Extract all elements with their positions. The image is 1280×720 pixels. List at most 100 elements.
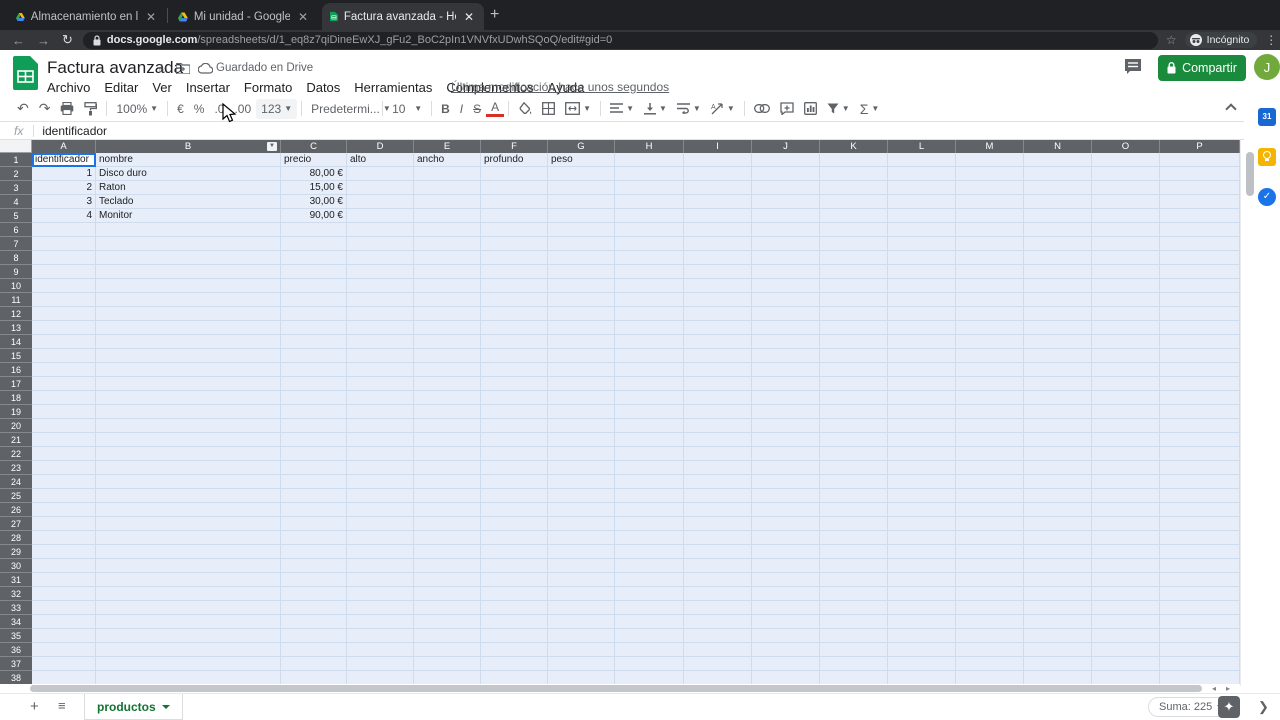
cell-C35[interactable] — [281, 629, 347, 643]
cell-F11[interactable] — [481, 293, 548, 307]
cell-O34[interactable] — [1092, 615, 1160, 629]
cell-L10[interactable] — [888, 279, 956, 293]
cell-J12[interactable] — [752, 307, 820, 321]
new-tab-button[interactable]: + — [490, 7, 499, 23]
cell-I25[interactable] — [684, 489, 752, 503]
cell-I37[interactable] — [684, 657, 752, 671]
cell-B13[interactable] — [96, 321, 281, 335]
row-header-22[interactable]: 22 — [0, 447, 32, 461]
cell-M1[interactable] — [956, 153, 1024, 167]
cell-B33[interactable] — [96, 601, 281, 615]
scroll-left-icon[interactable]: ◂ — [1212, 684, 1216, 693]
cell-N5[interactable] — [1024, 209, 1092, 223]
cell-J35[interactable] — [752, 629, 820, 643]
cell-I28[interactable] — [684, 531, 752, 545]
cell-E29[interactable] — [414, 545, 481, 559]
cell-B16[interactable] — [96, 363, 281, 377]
cell-J34[interactable] — [752, 615, 820, 629]
cell-D7[interactable] — [347, 237, 414, 251]
row-header-3[interactable]: 3 — [0, 181, 32, 195]
cell-P16[interactable] — [1160, 363, 1240, 377]
row-header-14[interactable]: 14 — [0, 335, 32, 349]
cell-B28[interactable] — [96, 531, 281, 545]
functions-icon[interactable]: Σ ▼ — [855, 99, 885, 119]
row-header-27[interactable]: 27 — [0, 517, 32, 531]
cell-C8[interactable] — [281, 251, 347, 265]
cell-L7[interactable] — [888, 237, 956, 251]
cell-L29[interactable] — [888, 545, 956, 559]
cell-B10[interactable] — [96, 279, 281, 293]
cell-I3[interactable] — [684, 181, 752, 195]
cell-P14[interactable] — [1160, 335, 1240, 349]
row-header-8[interactable]: 8 — [0, 251, 32, 265]
cell-A5[interactable]: 4 — [32, 209, 96, 223]
cell-K25[interactable] — [820, 489, 888, 503]
cell-E26[interactable] — [414, 503, 481, 517]
cell-D8[interactable] — [347, 251, 414, 265]
cell-P15[interactable] — [1160, 349, 1240, 363]
cell-O27[interactable] — [1092, 517, 1160, 531]
row-header-32[interactable]: 32 — [0, 587, 32, 601]
cell-P6[interactable] — [1160, 223, 1240, 237]
cell-A26[interactable] — [32, 503, 96, 517]
cell-P5[interactable] — [1160, 209, 1240, 223]
cell-O21[interactable] — [1092, 433, 1160, 447]
cell-O3[interactable] — [1092, 181, 1160, 195]
cell-A7[interactable] — [32, 237, 96, 251]
cell-E5[interactable] — [414, 209, 481, 223]
cell-B24[interactable] — [96, 475, 281, 489]
cell-H27[interactable] — [615, 517, 684, 531]
cell-M18[interactable] — [956, 391, 1024, 405]
cell-P28[interactable] — [1160, 531, 1240, 545]
cell-I34[interactable] — [684, 615, 752, 629]
cell-M11[interactable] — [956, 293, 1024, 307]
cell-D19[interactable] — [347, 405, 414, 419]
cell-P17[interactable] — [1160, 377, 1240, 391]
cell-A2[interactable]: 1 — [32, 167, 96, 181]
cell-M8[interactable] — [956, 251, 1024, 265]
cell-A29[interactable] — [32, 545, 96, 559]
cell-H7[interactable] — [615, 237, 684, 251]
cell-D24[interactable] — [347, 475, 414, 489]
cell-C15[interactable] — [281, 349, 347, 363]
cell-K36[interactable] — [820, 643, 888, 657]
cell-A15[interactable] — [32, 349, 96, 363]
cell-I12[interactable] — [684, 307, 752, 321]
cell-A9[interactable] — [32, 265, 96, 279]
cell-O24[interactable] — [1092, 475, 1160, 489]
cell-N3[interactable] — [1024, 181, 1092, 195]
cell-I10[interactable] — [684, 279, 752, 293]
cell-L8[interactable] — [888, 251, 956, 265]
cell-P37[interactable] — [1160, 657, 1240, 671]
row-header-16[interactable]: 16 — [0, 363, 32, 377]
cell-G21[interactable] — [548, 433, 615, 447]
cell-O16[interactable] — [1092, 363, 1160, 377]
cell-D17[interactable] — [347, 377, 414, 391]
cell-A8[interactable] — [32, 251, 96, 265]
cell-F9[interactable] — [481, 265, 548, 279]
cell-I30[interactable] — [684, 559, 752, 573]
cell-A23[interactable] — [32, 461, 96, 475]
cell-H8[interactable] — [615, 251, 684, 265]
vertical-scrollbar-thumb[interactable] — [1246, 152, 1254, 196]
cell-C34[interactable] — [281, 615, 347, 629]
cell-A38[interactable] — [32, 671, 96, 685]
cell-B31[interactable] — [96, 573, 281, 587]
cell-D12[interactable] — [347, 307, 414, 321]
cell-C1[interactable]: precio — [281, 153, 347, 167]
cell-N21[interactable] — [1024, 433, 1092, 447]
cell-J36[interactable] — [752, 643, 820, 657]
cell-C37[interactable] — [281, 657, 347, 671]
cell-K5[interactable] — [820, 209, 888, 223]
cell-K10[interactable] — [820, 279, 888, 293]
row-header-7[interactable]: 7 — [0, 237, 32, 251]
cell-L13[interactable] — [888, 321, 956, 335]
cell-P24[interactable] — [1160, 475, 1240, 489]
tab-close-icon[interactable]: ✕ — [462, 10, 476, 24]
font-select[interactable]: Predetermi... ▼ — [306, 99, 391, 119]
row-header-12[interactable]: 12 — [0, 307, 32, 321]
cell-J38[interactable] — [752, 671, 820, 685]
cell-B36[interactable] — [96, 643, 281, 657]
cell-G9[interactable] — [548, 265, 615, 279]
cell-E1[interactable]: ancho — [414, 153, 481, 167]
